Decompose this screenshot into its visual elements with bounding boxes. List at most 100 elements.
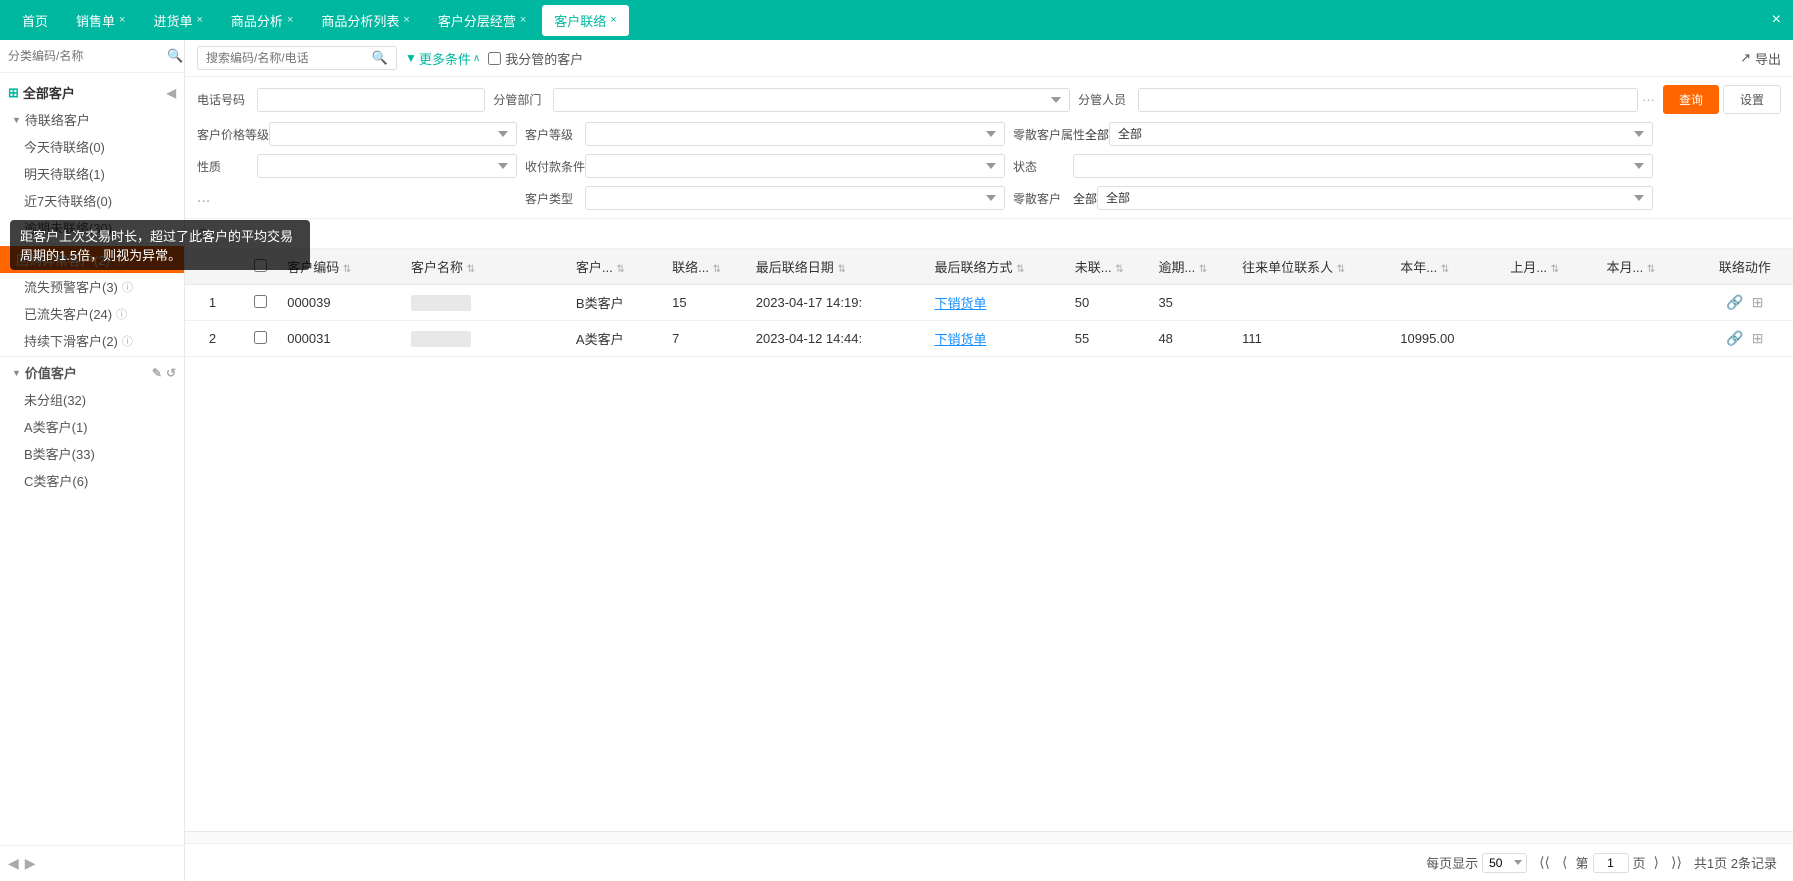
refresh-icon[interactable]: ↺	[166, 366, 176, 380]
loss-warning-item[interactable]: 流失预警客户(3) ⓘ	[0, 273, 184, 300]
export-button[interactable]: ↗ 导出	[1740, 49, 1781, 68]
manager-more-icon[interactable]: ···	[1642, 92, 1655, 107]
pending-contact-label: 待联络客户	[25, 110, 90, 129]
overdue-contact-label: 逾期未联络(30)	[24, 221, 112, 236]
tomorrow-contact-item[interactable]: 明天待联络(1)	[0, 160, 184, 187]
nav-customer-contact-close[interactable]: ×	[610, 14, 616, 26]
nav-product-close[interactable]: ×	[287, 14, 293, 26]
department-select[interactable]	[553, 88, 1070, 112]
th-contact[interactable]: 联络... ⇅	[666, 249, 750, 285]
pending-contact-section[interactable]: 待联络客户	[0, 106, 184, 133]
customer-level-select[interactable]	[585, 122, 1005, 146]
row1-grid-icon[interactable]: ⊞	[1752, 294, 1764, 311]
row2-method[interactable]: 下销货单	[929, 321, 1069, 357]
per-page-select[interactable]: 10 20 50 100	[1482, 853, 1527, 873]
filter-search-input[interactable]	[206, 51, 368, 65]
row1-method-link[interactable]: 下销货单	[935, 296, 987, 311]
scatter-customer-select[interactable]: 全部	[1097, 186, 1653, 210]
row2-link-icon[interactable]: 🔗	[1726, 330, 1743, 347]
all-customers-item[interactable]: ⊞ 全部客户 ◀	[0, 79, 184, 106]
nav-item-purchase[interactable]: 进货单 ×	[141, 5, 214, 36]
row1-checkbox[interactable]	[240, 285, 281, 321]
filter-icon: ▼	[405, 51, 417, 65]
table-gear-icon[interactable]: ⚙	[197, 225, 210, 242]
extra-dots[interactable]: ...	[197, 189, 210, 207]
select-all-checkbox[interactable]	[254, 259, 267, 272]
th-lastmonth[interactable]: 上月... ⇅	[1504, 249, 1600, 285]
class-b-item[interactable]: B类客户(33)	[0, 440, 184, 467]
th-code[interactable]: 客户编码 ⇅	[281, 249, 405, 285]
settings-button[interactable]: 设置	[1723, 85, 1781, 114]
phone-field: 电话号码	[197, 88, 485, 112]
row2-checkbox[interactable]	[240, 321, 281, 357]
th-action-label: 联络动作	[1719, 260, 1771, 275]
status-select[interactable]	[1073, 154, 1653, 178]
nav-item-customer-contact[interactable]: 客户联络 ×	[542, 5, 628, 36]
class-a-item[interactable]: A类客户(1)	[0, 413, 184, 440]
th-level[interactable]: 客户... ⇅	[570, 249, 666, 285]
first-page-button[interactable]: ⟨⟨	[1535, 852, 1554, 873]
th-method[interactable]: 最后联络方式 ⇅	[929, 249, 1069, 285]
class-c-item[interactable]: C类客户(6)	[0, 467, 184, 494]
nav-product-list-close[interactable]: ×	[403, 14, 409, 26]
th-year[interactable]: 本年... ⇅	[1394, 249, 1504, 285]
next-page-button[interactable]: ⟩	[1650, 852, 1663, 873]
row2-grid-icon[interactable]: ⊞	[1752, 330, 1764, 347]
th-overdue[interactable]: 逾期... ⇅	[1152, 249, 1236, 285]
overdue-contact-item[interactable]: 逾期未联络(30)	[0, 214, 184, 241]
bottom-scrollbar[interactable]	[185, 831, 1793, 843]
scatter-attr-select[interactable]: 全部	[1109, 122, 1653, 146]
th-person[interactable]: 往来单位联系人 ⇅	[1236, 249, 1394, 285]
last-page-button[interactable]: ⟩⟩	[1667, 852, 1686, 873]
row2-action: 🔗 ⊞	[1697, 321, 1793, 357]
nav-item-home[interactable]: 首页	[10, 5, 60, 36]
row2-method-link[interactable]: 下销货单	[935, 332, 987, 347]
close-all-button[interactable]: ×	[1772, 11, 1781, 29]
manager-label: 分管人员	[1078, 91, 1138, 108]
sidebar-search-input[interactable]	[8, 49, 163, 63]
nav-right-icon[interactable]: ▶	[25, 855, 36, 872]
row1-check[interactable]	[254, 295, 267, 308]
manager-input[interactable]	[1138, 88, 1638, 112]
row1-link-icon[interactable]: 🔗	[1726, 294, 1743, 311]
nav-item-sales[interactable]: 销售单 ×	[64, 5, 137, 36]
lost-customers-item[interactable]: 已流失客户(24) ⓘ	[0, 300, 184, 327]
nav-item-product-analysis[interactable]: 商品分析 ×	[219, 5, 305, 36]
week-contact-item[interactable]: 近7天待联络(0)	[0, 187, 184, 214]
page-number-input[interactable]	[1593, 853, 1629, 873]
today-contact-item[interactable]: 今天待联络(0)	[0, 133, 184, 160]
price-level-select[interactable]	[269, 122, 517, 146]
nav-left-icon[interactable]: ◀	[8, 855, 19, 872]
query-button[interactable]: 查询	[1663, 85, 1719, 114]
more-conditions-button[interactable]: ▼ 更多条件 ∧	[405, 49, 480, 68]
th-unread[interactable]: 未联... ⇅	[1069, 249, 1153, 285]
filter-search-icon[interactable]: 🔍	[372, 50, 388, 66]
value-customer-section[interactable]: 价值客户 ✎ ↺	[0, 359, 184, 386]
customer-type-select[interactable]	[585, 186, 1005, 210]
edit-icon[interactable]: ✎	[152, 366, 162, 380]
nav-customer-tier-close[interactable]: ×	[520, 14, 526, 26]
nav-item-customer-tier[interactable]: 客户分层经营 ×	[426, 5, 538, 36]
declining-customers-item[interactable]: 持续下滑客户(2) ⓘ	[0, 327, 184, 354]
filter-search-box[interactable]: 🔍	[197, 46, 397, 70]
table-container[interactable]: 客户编码 ⇅ 客户名称 ⇅ 客户... ⇅ 联络...	[185, 249, 1793, 831]
row2-check[interactable]	[254, 331, 267, 344]
nav-purchase-close[interactable]: ×	[196, 14, 202, 26]
row1-method[interactable]: 下销货单	[929, 285, 1069, 321]
payment-select[interactable]	[585, 154, 1005, 178]
phone-input[interactable]	[257, 88, 485, 112]
th-thismonth[interactable]: 本月... ⇅	[1600, 249, 1696, 285]
nature-select[interactable]	[257, 154, 517, 178]
sidebar-search-icon[interactable]: 🔍	[167, 48, 183, 64]
collapse-icon[interactable]: ◀	[167, 86, 176, 100]
nav-item-product-list[interactable]: 商品分析列表 ×	[309, 5, 421, 36]
prev-page-button[interactable]: ⟨	[1558, 852, 1571, 873]
my-customers-check[interactable]	[488, 52, 501, 65]
abnormal-repurchase-item[interactable]: 回购异常客户(2) ⓘ	[0, 246, 184, 273]
th-date[interactable]: 最后联络日期 ⇅	[750, 249, 929, 285]
ungroup-item[interactable]: 未分组(32)	[0, 386, 184, 413]
my-customers-checkbox[interactable]: 我分管的客户	[488, 49, 583, 68]
nav-sales-close[interactable]: ×	[119, 14, 125, 26]
th-name[interactable]: 客户名称 ⇅	[405, 249, 570, 285]
th-action: 联络动作	[1697, 249, 1793, 285]
